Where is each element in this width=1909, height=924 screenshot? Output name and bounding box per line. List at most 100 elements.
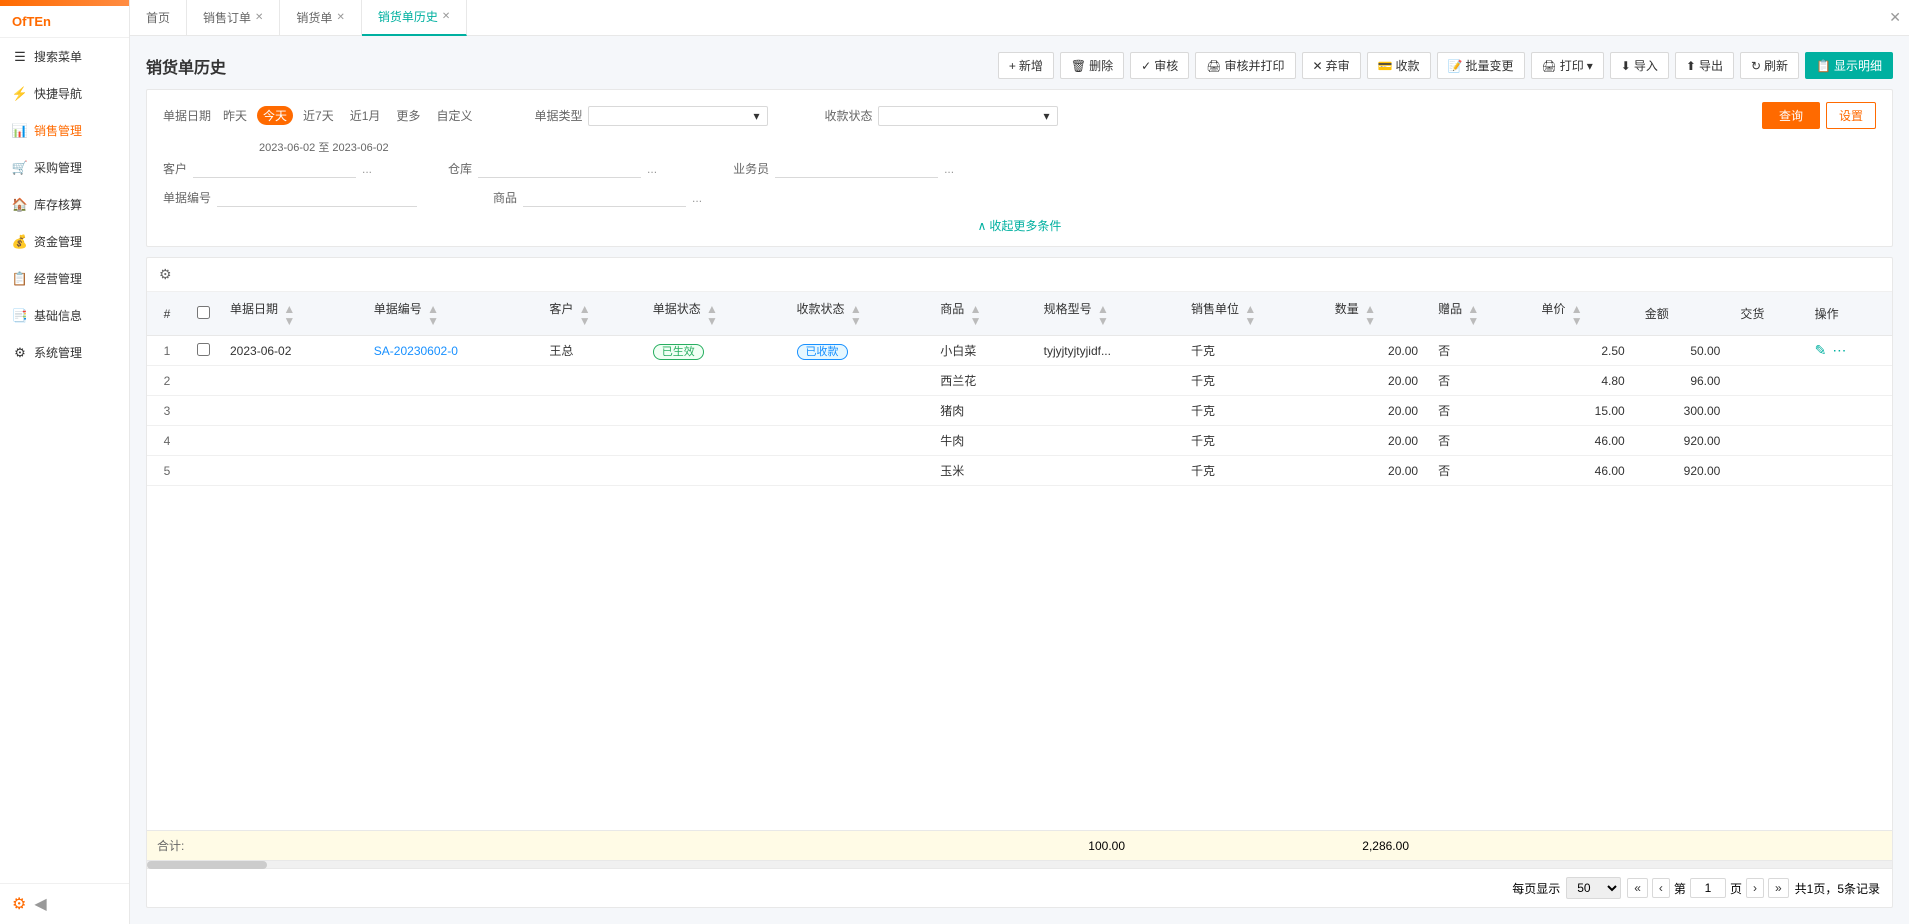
filter-type-select[interactable]: ▾ <box>588 106 768 126</box>
filter-type-dropdown-icon: ▾ <box>753 109 759 123</box>
summary-label: 合计: <box>157 837 337 854</box>
col-price[interactable]: 单价 ▲▼ <box>1531 292 1634 336</box>
delete-button[interactable]: 🗑 删除 <box>1060 52 1124 79</box>
cell-deal <box>1730 396 1804 426</box>
cell-no: 1 <box>147 336 187 366</box>
col-product[interactable]: 商品 ▲▼ <box>930 292 1033 336</box>
filter-warehouse-dots[interactable]: ... <box>647 162 657 176</box>
tab-home[interactable]: 首页 <box>130 0 187 36</box>
sidebar-collapse-icon[interactable]: ◀ <box>34 894 46 914</box>
refresh-button[interactable]: ↻ 刷新 <box>1740 52 1799 79</box>
cell-product: 西兰花 <box>930 366 1033 396</box>
col-checkbox[interactable] <box>187 292 220 336</box>
col-action: 操作 <box>1805 292 1892 336</box>
sidebar-item-quick-nav[interactable]: ⚡ 快捷导航 <box>0 75 129 112</box>
tab-sales-order-label: 销售订单 <box>203 9 251 26</box>
tab-sales-bill-close[interactable]: ✕ <box>336 12 344 23</box>
edit-icon[interactable]: ✎ <box>1815 342 1827 359</box>
filter-product-input[interactable] <box>523 188 686 207</box>
cell-qty: 20.00 <box>1325 426 1428 456</box>
date-btn-yesterday[interactable]: 昨天 <box>217 106 253 125</box>
horizontal-scrollbar[interactable] <box>147 860 1892 868</box>
filter-customer-dots[interactable]: ... <box>362 162 372 176</box>
date-btn-1month[interactable]: 近1月 <box>344 106 387 125</box>
filter-payment-status-select[interactable]: ▾ <box>878 106 1058 126</box>
cell-checkbox[interactable] <box>187 366 220 396</box>
prev-page-button[interactable]: ‹ <box>1652 878 1670 898</box>
col-doc-date[interactable]: 单据日期 ▲▼ <box>220 292 364 336</box>
inventory-icon: 🏠 <box>12 197 28 213</box>
scroll-thumb[interactable] <box>147 861 267 869</box>
abandon-button[interactable]: ✕ 弃审 <box>1302 52 1361 79</box>
cell-customer <box>539 456 642 486</box>
sidebar-item-inventory[interactable]: 🏠 库存核算 <box>0 186 129 223</box>
col-qty[interactable]: 数量 ▲▼ <box>1325 292 1428 336</box>
sidebar-item-purchase-mgmt[interactable]: 🛒 采购管理 <box>0 149 129 186</box>
sidebar-item-ops-mgmt[interactable]: 📋 经营管理 <box>0 260 129 297</box>
cell-checkbox[interactable] <box>187 456 220 486</box>
batch-change-button[interactable]: 📝 批量变更 <box>1437 52 1525 79</box>
date-btn-more[interactable]: 更多 <box>390 106 426 125</box>
sort-customer-icon: ▲▼ <box>579 303 591 327</box>
cell-deal <box>1730 426 1804 456</box>
col-doc-status[interactable]: 单据状态 ▲▼ <box>643 292 787 336</box>
table-settings-icon[interactable]: ⚙ <box>159 266 172 283</box>
settings-button[interactable]: 设置 <box>1826 102 1876 129</box>
cell-checkbox[interactable] <box>187 396 220 426</box>
import-button[interactable]: ⬇ 导入 <box>1610 52 1669 79</box>
date-btn-7days[interactable]: 近7天 <box>297 106 340 125</box>
more-icon[interactable]: ⋯ <box>1832 342 1846 359</box>
col-gift[interactable]: 赠品 ▲▼ <box>1428 292 1531 336</box>
print-button[interactable]: 🖨 打印 ▾ <box>1531 52 1604 79</box>
add-button[interactable]: + 新增 <box>998 52 1054 79</box>
last-page-button[interactable]: » <box>1768 878 1789 898</box>
filter-customer-input[interactable] <box>193 159 356 178</box>
sidebar-item-sales-mgmt[interactable]: 📊 销售管理 <box>0 112 129 149</box>
table-row: 2 西兰花 千克 20.00 否 4.80 96.00 <box>147 366 1892 396</box>
batch-change-label: 批量变更 <box>1466 57 1514 74</box>
filter-warehouse-input[interactable] <box>478 159 641 178</box>
audit-button[interactable]: ✓ 审核 <box>1130 52 1189 79</box>
col-spec[interactable]: 规格型号 ▲▼ <box>1034 292 1181 336</box>
filter-salesperson-dots[interactable]: ... <box>944 162 954 176</box>
date-btn-today[interactable]: 今天 <box>257 106 293 125</box>
col-customer[interactable]: 客户 ▲▼ <box>539 292 642 336</box>
cell-qty: 20.00 <box>1325 366 1428 396</box>
sidebar-item-search-menu[interactable]: ☰ 搜索菜单 <box>0 38 129 75</box>
filter-product-dots[interactable]: ... <box>692 191 702 205</box>
col-doc-no[interactable]: 单据编号 ▲▼ <box>364 292 540 336</box>
row-checkbox[interactable] <box>197 343 210 356</box>
tab-sales-bill[interactable]: 销货单 ✕ <box>280 0 361 36</box>
select-all-checkbox[interactable] <box>197 306 210 319</box>
sidebar-item-basic-info[interactable]: 📑 基础信息 <box>0 297 129 334</box>
tab-sales-order-close[interactable]: ✕ <box>255 12 263 23</box>
page-size-select[interactable]: 50 100 200 <box>1566 877 1621 899</box>
col-payment-status[interactable]: 收款状态 ▲▼ <box>787 292 931 336</box>
filter-salesperson-input[interactable] <box>775 159 938 178</box>
filter-docno-input[interactable] <box>217 188 417 207</box>
table-scroll[interactable]: # 单据日期 ▲▼ 单据编号 ▲▼ 客户 ▲▼ 单据状态 ▲▼ 收款状态 ▲▼ … <box>147 292 1892 830</box>
show-detail-button[interactable]: 📋 显示明细 <box>1805 52 1893 79</box>
sort-doc-status-icon: ▲▼ <box>706 303 718 327</box>
next-page-button[interactable]: › <box>1746 878 1764 898</box>
tab-sales-history[interactable]: 销货单历史 ✕ <box>362 0 467 36</box>
sidebar-settings-icon[interactable]: ⚙ <box>12 894 26 914</box>
tab-sales-history-close[interactable]: ✕ <box>442 11 450 22</box>
filter-date-label: 单据日期 <box>163 107 211 124</box>
tab-sales-order[interactable]: 销售订单 ✕ <box>187 0 280 36</box>
col-unit[interactable]: 销售单位 ▲▼ <box>1181 292 1325 336</box>
cell-checkbox[interactable] <box>187 336 220 366</box>
sidebar-item-sys-mgmt[interactable]: ⚙ 系统管理 <box>0 334 129 371</box>
export-button[interactable]: ⬆ 导出 <box>1675 52 1734 79</box>
sidebar-item-finance-mgmt[interactable]: 💰 资金管理 <box>0 223 129 260</box>
page-input[interactable] <box>1690 878 1726 898</box>
collapse-button[interactable]: ∧ 收起更多条件 <box>163 217 1876 234</box>
cell-checkbox[interactable] <box>187 426 220 456</box>
first-page-button[interactable]: « <box>1627 878 1648 898</box>
audit-print-button[interactable]: 🖨 审核并打印 <box>1195 52 1295 79</box>
tab-bar-close[interactable]: ✕ <box>1889 9 1909 26</box>
date-btn-custom[interactable]: 自定义 <box>430 106 478 125</box>
finance-mgmt-icon: 💰 <box>12 234 28 250</box>
receive-button[interactable]: 💳 收款 <box>1367 52 1431 79</box>
query-button[interactable]: 查询 <box>1762 102 1820 129</box>
